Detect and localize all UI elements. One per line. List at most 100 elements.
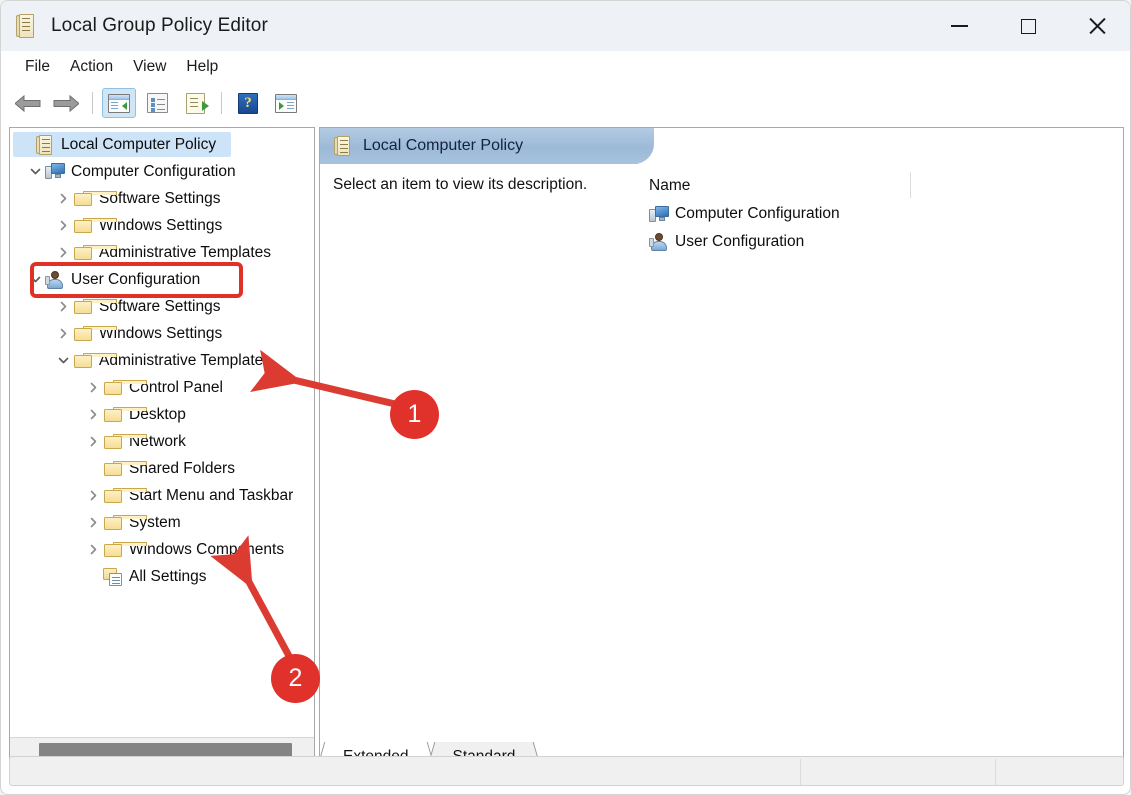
export-list-icon: [185, 92, 209, 114]
tree-item[interactable]: User Configuration: [10, 266, 314, 293]
chevron-right-icon[interactable]: [54, 328, 72, 339]
tree-item[interactable]: Computer Configuration: [10, 158, 314, 185]
chevron-down-icon[interactable]: [54, 355, 72, 366]
menu-bar: File Action View Help: [1, 51, 1130, 83]
maximize-button[interactable]: [994, 1, 1063, 51]
back-arrow-icon: [15, 94, 41, 113]
folder-icon: [102, 433, 147, 449]
chevron-right-icon[interactable]: [84, 490, 102, 501]
tree-item-label: Administrative Templates: [99, 351, 272, 369]
tree-item[interactable]: Network: [10, 428, 314, 455]
tree-item[interactable]: Shared Folders: [10, 455, 314, 482]
policy-scroll-icon: [34, 134, 55, 155]
policy-tree[interactable]: Local Computer Policy Computer Configurat…: [10, 128, 314, 737]
show-hide-console-tree-button[interactable]: [102, 88, 136, 118]
tree-item[interactable]: Windows Settings: [10, 320, 314, 347]
close-icon: [1088, 17, 1107, 36]
status-bar: [9, 756, 1124, 786]
show-action-pane-button[interactable]: [269, 88, 303, 118]
folder-icon: [72, 325, 117, 341]
details-header-title: Local Computer Policy: [363, 137, 524, 154]
chevron-right-icon[interactable]: [84, 382, 102, 393]
chevron-right-icon[interactable]: [84, 517, 102, 528]
list-item-label: Computer Configuration: [675, 205, 840, 222]
folder-icon: [102, 379, 147, 395]
user-icon: [649, 233, 671, 251]
tree-item[interactable]: Windows Components: [10, 536, 314, 563]
all-settings-icon: [102, 567, 123, 586]
user-icon: [44, 270, 65, 289]
chevron-right-icon[interactable]: [54, 247, 72, 258]
folder-icon: [102, 487, 147, 503]
chevron-right-icon[interactable]: [54, 301, 72, 312]
folder-icon: [72, 298, 117, 314]
tree-item[interactable]: Start Menu and Taskbar: [10, 482, 314, 509]
tree-item[interactable]: Local Computer Policy: [10, 131, 314, 158]
tree-item[interactable]: System: [10, 509, 314, 536]
export-list-button[interactable]: [178, 88, 212, 118]
tree-item[interactable]: Windows Settings: [10, 212, 314, 239]
folder-icon: [72, 190, 117, 206]
policy-scroll-icon: [334, 136, 352, 156]
details-header-band: Local Computer Policy: [320, 128, 1123, 164]
toolbar-separator-2: [221, 92, 222, 114]
status-divider-1: [800, 759, 801, 785]
list-item[interactable]: User Configuration: [640, 228, 1123, 256]
folder-icon: [102, 541, 147, 557]
list-item-label: User Configuration: [675, 233, 805, 250]
help-icon: ?: [238, 92, 258, 114]
tree-item-label: Windows Components: [129, 540, 285, 558]
local-group-policy-editor-window: Local Group Policy Editor File Action Vi…: [0, 0, 1131, 795]
details-pane: Local Computer Policy Select an item to …: [319, 127, 1124, 762]
tree-item[interactable]: Software Settings: [10, 185, 314, 212]
computer-icon: [649, 205, 671, 223]
folder-icon: [72, 244, 117, 260]
folder-icon: [72, 217, 117, 233]
forward-arrow-icon: [53, 94, 79, 113]
chevron-down-icon[interactable]: [26, 274, 44, 285]
tree-item-label: Computer Configuration: [71, 162, 236, 180]
chevron-down-icon[interactable]: [26, 166, 44, 177]
list-column-header-name[interactable]: Name: [640, 172, 1123, 200]
scrollbar-thumb[interactable]: [39, 743, 292, 757]
folder-icon: [72, 352, 117, 368]
toolbar: ?: [1, 83, 1130, 123]
menu-item-help[interactable]: Help: [176, 55, 228, 79]
maximize-icon: [1021, 18, 1036, 34]
tree-item[interactable]: All Settings: [10, 563, 314, 590]
policy-scroll-icon: [16, 14, 40, 38]
chevron-right-icon[interactable]: [54, 220, 72, 231]
chevron-right-icon[interactable]: [84, 409, 102, 420]
back-button[interactable]: [11, 88, 45, 118]
help-button[interactable]: ?: [231, 88, 265, 118]
menu-item-file[interactable]: File: [15, 55, 60, 79]
tree-item[interactable]: Administrative Templates: [10, 239, 314, 266]
chevron-right-icon[interactable]: [84, 436, 102, 447]
folder-icon: [102, 406, 147, 422]
list-item[interactable]: Computer Configuration: [640, 200, 1123, 228]
details-list: Name Computer Configuration User Configur…: [640, 172, 1123, 761]
window-controls: [925, 1, 1130, 51]
tree-item[interactable]: Administrative Templates: [10, 347, 314, 374]
chevron-right-icon[interactable]: [54, 193, 72, 204]
minimize-icon: [951, 25, 968, 27]
menu-item-view[interactable]: View: [123, 55, 176, 79]
folder-icon: [102, 514, 147, 530]
minimize-button[interactable]: [925, 1, 994, 51]
chevron-right-icon[interactable]: [84, 544, 102, 555]
tree-item[interactable]: Software Settings: [10, 293, 314, 320]
close-button[interactable]: [1063, 1, 1130, 51]
properties-button[interactable]: [140, 88, 174, 118]
main-content: Local Computer Policy Computer Configurat…: [9, 127, 1124, 772]
toolbar-separator: [92, 92, 93, 114]
window-title: Local Group Policy Editor: [51, 15, 268, 36]
tree-item-label: User Configuration: [71, 270, 201, 288]
tree-item[interactable]: Desktop: [10, 401, 314, 428]
computer-icon: [44, 163, 65, 180]
tree-item[interactable]: Control Panel: [10, 374, 314, 401]
status-divider-2: [995, 759, 996, 785]
details-header: Local Computer Policy: [334, 128, 523, 164]
console-tree-pane: Local Computer Policy Computer Configurat…: [9, 127, 315, 762]
menu-item-action[interactable]: Action: [60, 55, 123, 79]
forward-button[interactable]: [49, 88, 83, 118]
